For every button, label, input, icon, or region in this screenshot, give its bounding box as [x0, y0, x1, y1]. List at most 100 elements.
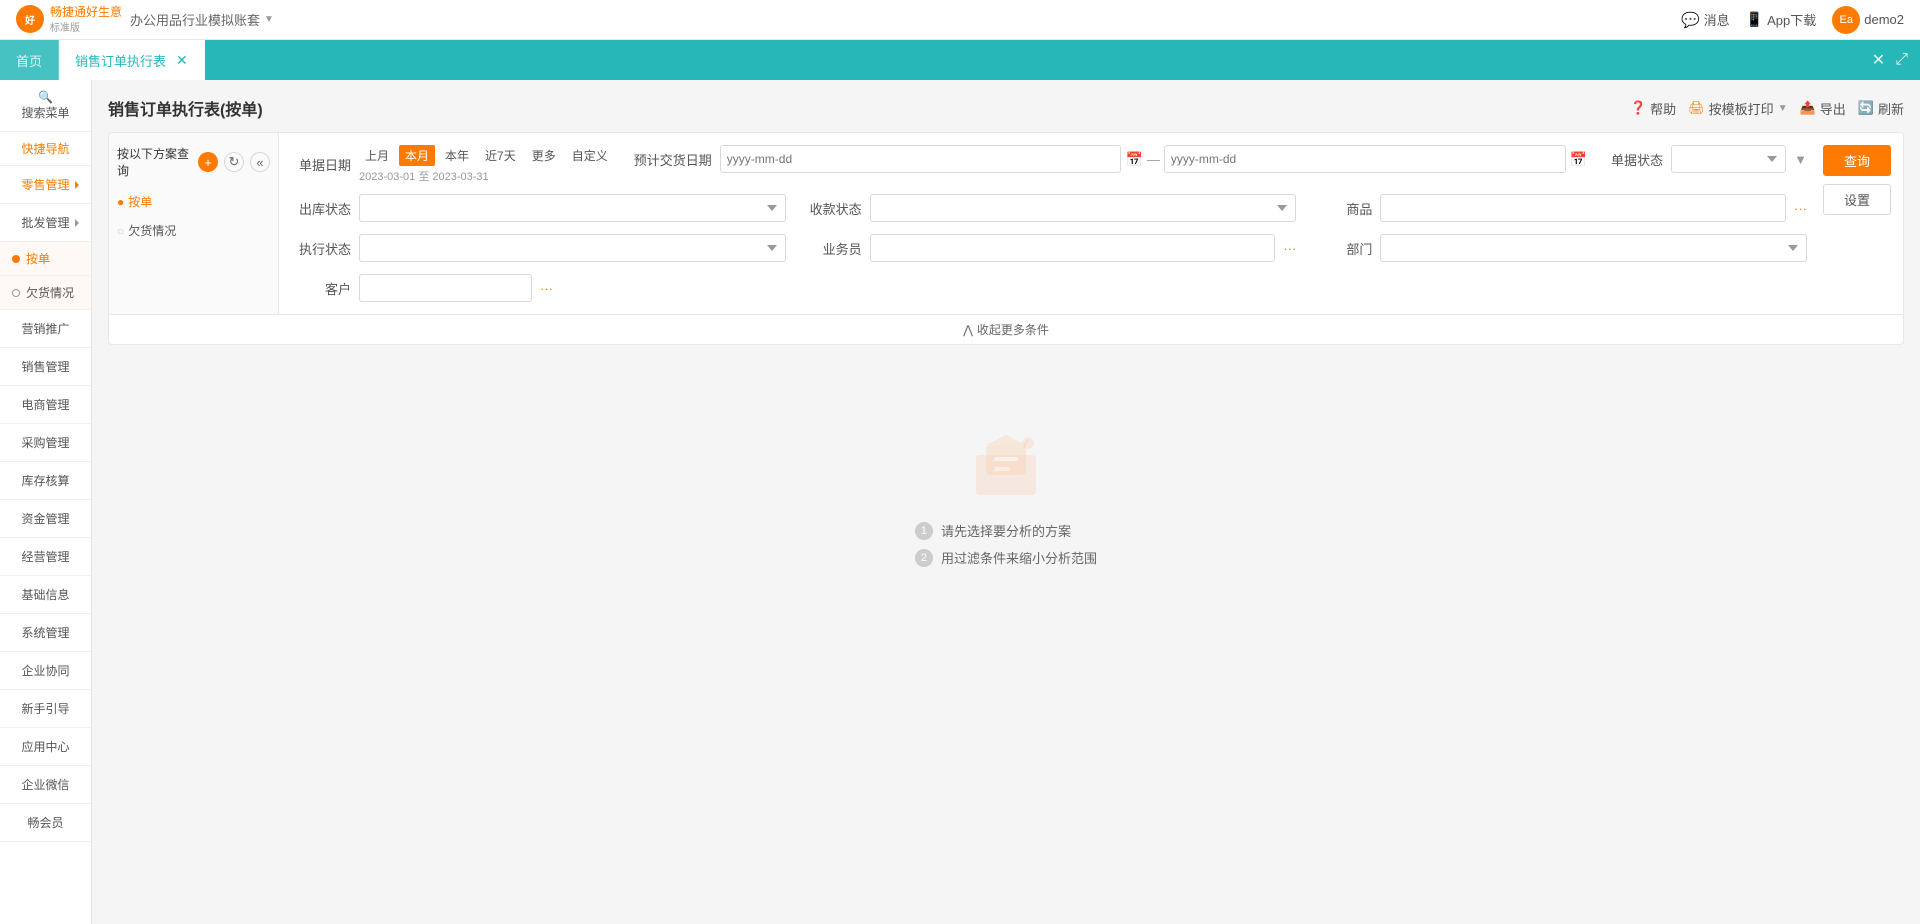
- tab-close-window-icon[interactable]: ✕: [1872, 50, 1885, 70]
- user-area[interactable]: Ea demo2: [1832, 6, 1904, 34]
- empty-tip-2: 2 用过滤条件来缩小分析范围: [915, 548, 1097, 567]
- add-scheme-button[interactable]: +: [198, 152, 218, 172]
- out-status-select[interactable]: [359, 194, 786, 222]
- main-layout: 🔍 搜索菜单 快捷导航 零售管理 批发管理 按单 欠货情况 营销推广 销: [0, 80, 1920, 924]
- goods-input[interactable]: [1380, 194, 1786, 222]
- avatar-text: Ea: [1840, 14, 1853, 26]
- sidebar-item-marketing-label: 营销推广: [21, 322, 69, 336]
- scheme-item-arrears[interactable]: ○ 欠货情况: [117, 216, 270, 245]
- filter-scheme-icons: + ↻ «: [198, 152, 270, 172]
- sidebar-quick-nav[interactable]: 快捷导航: [0, 132, 91, 166]
- logo-area[interactable]: 好 畅捷通好生意 标准版: [16, 5, 122, 34]
- customer-input[interactable]: [359, 274, 532, 302]
- tip-num-1: 1: [915, 522, 933, 540]
- expected-date-from-input[interactable]: [720, 145, 1122, 173]
- avatar: Ea: [1832, 6, 1860, 34]
- sidebar-item-operations-label: 经营管理: [21, 550, 69, 564]
- sidebar-item-sales[interactable]: 销售管理: [0, 348, 91, 386]
- expected-date-to-input[interactable]: [1164, 145, 1566, 173]
- query-button[interactable]: 查询: [1823, 145, 1891, 176]
- search-icon: 🔍: [38, 90, 53, 104]
- sidebar-item-wholesale[interactable]: 批发管理: [0, 204, 91, 242]
- customer-label: 客户: [295, 279, 351, 298]
- status-select[interactable]: [1671, 145, 1786, 173]
- salesman-more-icon[interactable]: ···: [1283, 241, 1296, 256]
- salesman-field: 业务员 ···: [806, 234, 1297, 262]
- sidebar-item-purchase[interactable]: 采购管理: [0, 424, 91, 462]
- tab-home[interactable]: 首页: [0, 40, 59, 80]
- sidebar-quick-nav-label: 快捷导航: [21, 142, 69, 156]
- app-download-label: App下载: [1767, 10, 1816, 29]
- breadcrumb[interactable]: 办公用品行业模拟账套 ▼: [130, 10, 274, 29]
- filter-scheme-title: 按以下方案查询: [117, 145, 198, 179]
- help-button[interactable]: ❓ 帮助: [1630, 99, 1676, 118]
- top-header: 好 畅捷通好生意 标准版 办公用品行业模拟账套 ▼ 💬 消息 📱 App下载 E…: [0, 0, 1920, 40]
- sidebar-item-purchase-label: 采购管理: [21, 436, 69, 450]
- sidebar-item-wechat[interactable]: 企业微信: [0, 766, 91, 804]
- refresh-button[interactable]: 🔄 刷新: [1858, 99, 1904, 118]
- salesman-input[interactable]: [870, 234, 1276, 262]
- sidebar-sub-section: 按单 欠货情况: [0, 242, 91, 310]
- goods-more-icon[interactable]: ···: [1794, 201, 1807, 216]
- print-label: 按模板打印: [1709, 99, 1774, 118]
- app-download-button[interactable]: 📱 App下载: [1746, 10, 1817, 29]
- recv-status-label: 收款状态: [806, 199, 862, 218]
- tip-2-text: 用过滤条件来缩小分析范围: [941, 548, 1097, 567]
- status-expand-icon[interactable]: ▼: [1794, 152, 1807, 167]
- message-label: 消息: [1704, 10, 1730, 29]
- customer-more-icon[interactable]: ···: [540, 281, 553, 296]
- print-button[interactable]: 🖨 按模板打印 ▼: [1688, 99, 1787, 118]
- exec-status-select[interactable]: [359, 234, 786, 262]
- settings-button[interactable]: 设置: [1823, 184, 1891, 215]
- sidebar-item-ecommerce[interactable]: 电商管理: [0, 386, 91, 424]
- date-tab-this-month[interactable]: 本月: [399, 145, 435, 166]
- sidebar-search[interactable]: 🔍 搜索菜单: [0, 80, 91, 132]
- sidebar-item-app-center[interactable]: 应用中心: [0, 728, 91, 766]
- sidebar-item-inventory[interactable]: 库存核算: [0, 462, 91, 500]
- sidebar-item-enterprise[interactable]: 企业协同: [0, 652, 91, 690]
- sidebar-item-finance[interactable]: 资金管理: [0, 500, 91, 538]
- date-tab-last-month[interactable]: 上月: [359, 145, 395, 166]
- page-actions: ❓ 帮助 🖨 按模板打印 ▼ 📤 导出 🔄 刷新: [1630, 99, 1904, 118]
- dept-select[interactable]: [1380, 234, 1807, 262]
- date-tab-custom[interactable]: 自定义: [566, 145, 614, 166]
- sidebar-item-marketing[interactable]: 营销推广: [0, 310, 91, 348]
- tab-expand-icon[interactable]: ⤢: [1895, 51, 1908, 69]
- date-tab-this-year[interactable]: 本年: [439, 145, 475, 166]
- sidebar-item-system-label: 系统管理: [21, 626, 69, 640]
- sidebar-item-basic-info[interactable]: 基础信息: [0, 576, 91, 614]
- sidebar-item-system[interactable]: 系统管理: [0, 614, 91, 652]
- export-button[interactable]: 📤 导出: [1800, 99, 1846, 118]
- collapse-row[interactable]: ⋀ 收起更多条件: [109, 314, 1903, 344]
- date-from-calendar-icon[interactable]: 📅: [1125, 151, 1142, 168]
- date-to-calendar-icon[interactable]: 📅: [1570, 151, 1587, 168]
- collapse-scheme-button[interactable]: «: [250, 152, 270, 172]
- sidebar-sub-item-order[interactable]: 按单: [0, 242, 91, 276]
- message-button[interactable]: 💬 消息: [1681, 10, 1730, 29]
- tab-close-icon[interactable]: ✕: [176, 52, 188, 69]
- tab-home-label: 首页: [16, 51, 42, 70]
- sidebar-item-retail[interactable]: 零售管理: [0, 166, 91, 204]
- exec-status-field: 执行状态: [295, 234, 786, 262]
- header-left: 好 畅捷通好生意 标准版 办公用品行业模拟账套 ▼: [16, 5, 274, 34]
- out-status-label: 出库状态: [295, 199, 351, 218]
- date-tab-more[interactable]: 更多: [526, 145, 562, 166]
- recv-status-select[interactable]: [870, 194, 1297, 222]
- scheme-item-order[interactable]: ● 按单: [117, 187, 270, 216]
- dept-field: 部门: [1316, 234, 1807, 262]
- query-buttons-area: 查询 设置: [1823, 133, 1903, 314]
- tab-sales-exec[interactable]: 销售订单执行表 ✕: [59, 40, 205, 80]
- status-field: 单据状态 ▼: [1607, 145, 1807, 173]
- sidebar-sub-item-arrears[interactable]: 欠货情况: [0, 276, 91, 310]
- tip-1-text: 请先选择要分析的方案: [941, 521, 1071, 540]
- sidebar-item-operations[interactable]: 经营管理: [0, 538, 91, 576]
- date-tab-7days[interactable]: 近7天: [479, 145, 522, 166]
- sidebar-item-wholesale-label: 批发管理: [21, 216, 69, 230]
- date-range-hint: 2023-03-01 至 2023-03-31: [359, 168, 614, 184]
- sidebar-item-member[interactable]: 畅会员: [0, 804, 91, 842]
- print-icon: 🖨: [1688, 100, 1705, 116]
- refresh-scheme-button[interactable]: ↻: [224, 152, 244, 172]
- sidebar-item-newbie[interactable]: 新手引导: [0, 690, 91, 728]
- customer-field: 客户 ···: [295, 274, 553, 302]
- exec-status-label: 执行状态: [295, 239, 351, 258]
